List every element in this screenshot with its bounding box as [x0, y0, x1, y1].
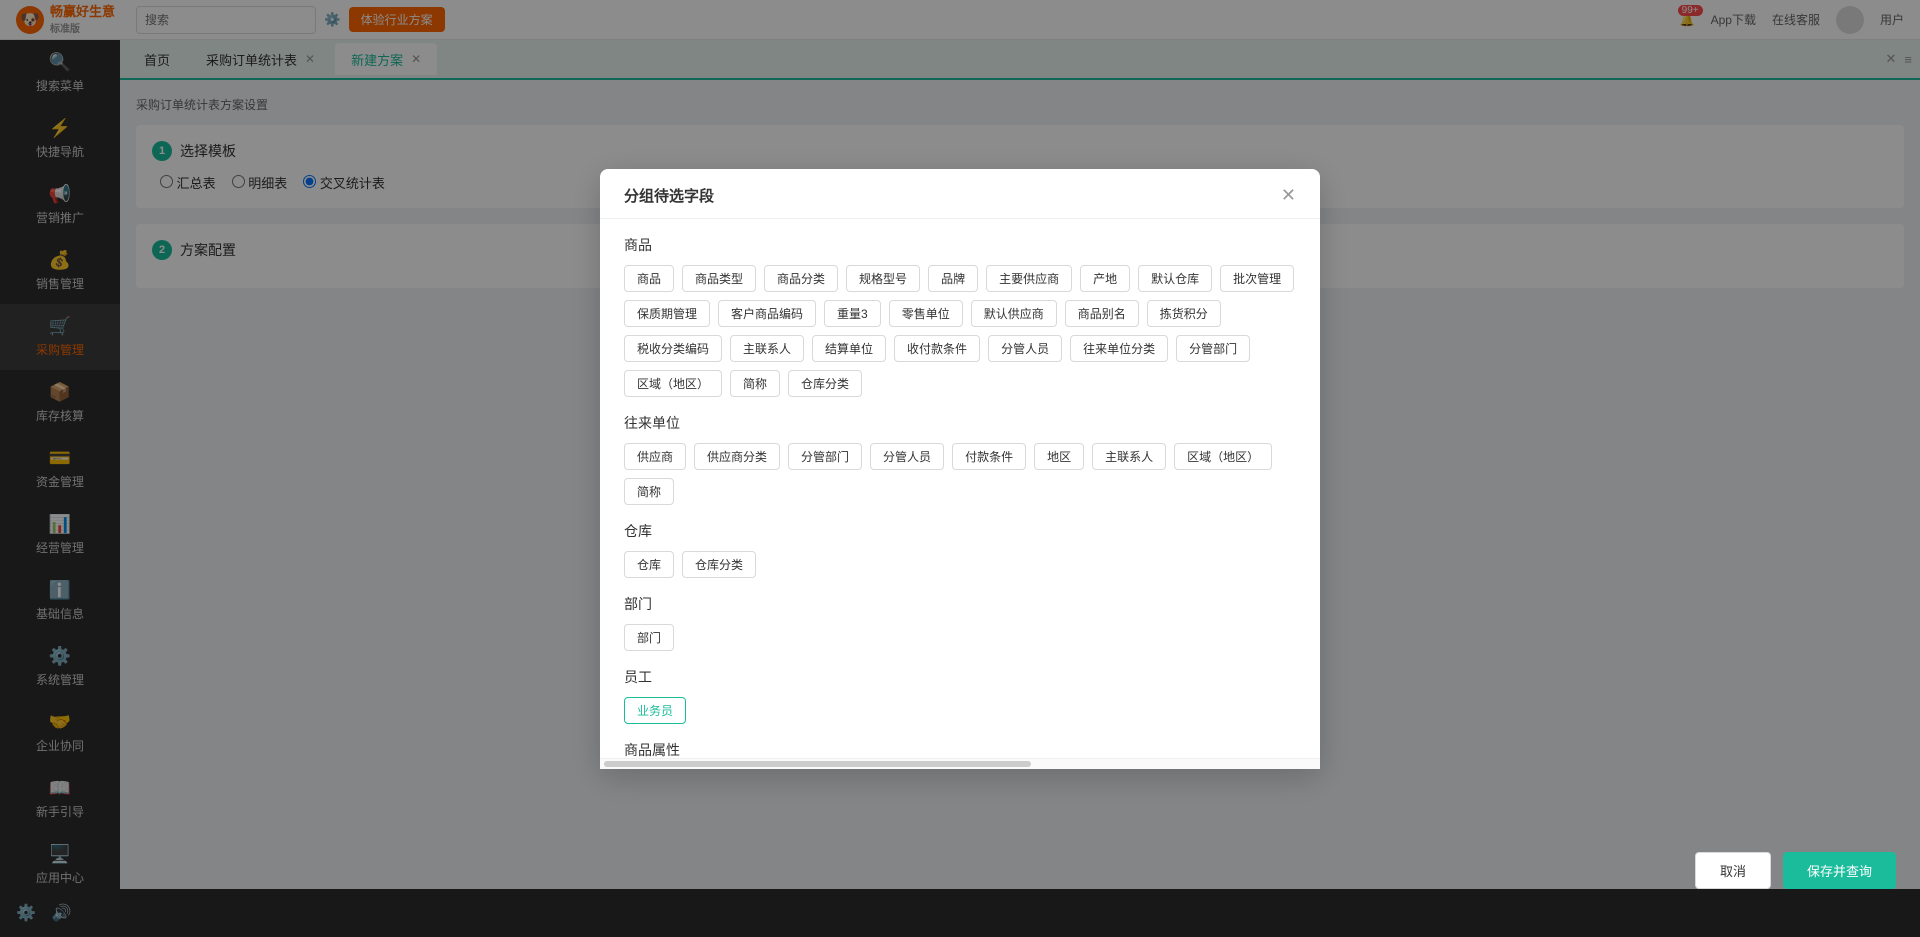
- section-title-product-attr: 商品属性: [624, 740, 1296, 759]
- field-tag-supplier[interactable]: 供应商: [624, 443, 686, 470]
- field-tag-product-type[interactable]: 商品类型: [682, 265, 756, 292]
- field-tag-main-contact[interactable]: 主联系人: [730, 335, 804, 362]
- section-title-employee: 员工: [624, 667, 1296, 687]
- modal-title: 分组待选字段: [624, 185, 714, 206]
- modal: 分组待选字段 ✕ 商品 商品 商品类型 商品分类 规格型号 品牌 主要供应商 产…: [600, 169, 1320, 769]
- page-footer: 取消 保存并查询: [1695, 852, 1896, 889]
- modal-horizontal-scrollbar[interactable]: [600, 758, 1320, 768]
- field-tag-payment-terms[interactable]: 收付款条件: [894, 335, 980, 362]
- field-tag-manager[interactable]: 分管人员: [988, 335, 1062, 362]
- field-tag-main-supplier[interactable]: 主要供应商: [986, 265, 1072, 292]
- section-title-dept: 部门: [624, 594, 1296, 614]
- field-grid-warehouse: 仓库 仓库分类: [624, 551, 1296, 578]
- field-tag-default-supplier[interactable]: 默认供应商: [971, 300, 1057, 327]
- field-tag-area-cp[interactable]: 区域（地区）: [1174, 443, 1272, 470]
- section-title-product: 商品: [624, 235, 1296, 255]
- field-grid-dept: 部门: [624, 624, 1296, 651]
- field-tag-product[interactable]: 商品: [624, 265, 674, 292]
- field-tag-dept[interactable]: 部门: [624, 624, 674, 651]
- field-tag-warehouse[interactable]: 仓库: [624, 551, 674, 578]
- field-tag-manager-cp[interactable]: 分管人员: [870, 443, 944, 470]
- field-tag-region-product[interactable]: 区域（地区）: [624, 370, 722, 397]
- field-tag-brand[interactable]: 品牌: [928, 265, 978, 292]
- field-tag-spec-model[interactable]: 规格型号: [846, 265, 920, 292]
- field-tag-salesperson[interactable]: 业务员: [624, 697, 686, 724]
- cancel-button[interactable]: 取消: [1695, 852, 1771, 889]
- field-tag-product-category[interactable]: 商品分类: [764, 265, 838, 292]
- field-tag-main-contact-cp[interactable]: 主联系人: [1092, 443, 1166, 470]
- field-grid-employee: 业务员: [624, 697, 1296, 724]
- field-tag-abbrev-product[interactable]: 简称: [730, 370, 780, 397]
- field-tag-dept-mgmt-cp[interactable]: 分管部门: [788, 443, 862, 470]
- field-tag-abbrev-cp[interactable]: 简称: [624, 478, 674, 505]
- modal-overlay: 分组待选字段 ✕ 商品 商品 商品类型 商品分类 规格型号 品牌 主要供应商 产…: [0, 0, 1920, 937]
- field-tag-settlement-unit[interactable]: 结算单位: [812, 335, 886, 362]
- field-tag-dept-managed[interactable]: 分管部门: [1176, 335, 1250, 362]
- modal-header: 分组待选字段 ✕: [600, 169, 1320, 219]
- modal-hscroll-thumb: [604, 761, 1031, 767]
- field-grid-product: 商品 商品类型 商品分类 规格型号 品牌 主要供应商 产地 默认仓库 批次管理 …: [624, 265, 1296, 397]
- field-tag-region-cp[interactable]: 地区: [1034, 443, 1084, 470]
- section-title-warehouse: 仓库: [624, 521, 1296, 541]
- field-tag-batch-mgmt[interactable]: 批次管理: [1220, 265, 1294, 292]
- section-title-counterpart: 往来单位: [624, 413, 1296, 433]
- field-tag-origin[interactable]: 产地: [1080, 265, 1130, 292]
- field-tag-weight3[interactable]: 重量3: [824, 300, 881, 327]
- field-tag-customer-code[interactable]: 客户商品编码: [718, 300, 816, 327]
- field-grid-counterpart: 供应商 供应商分类 分管部门 分管人员 付款条件 地区 主联系人 区域（地区） …: [624, 443, 1296, 505]
- field-tag-tax-code[interactable]: 税收分类编码: [624, 335, 722, 362]
- modal-body: 商品 商品 商品类型 商品分类 规格型号 品牌 主要供应商 产地 默认仓库 批次…: [600, 219, 1320, 759]
- field-tag-pick-score[interactable]: 拣货积分: [1147, 300, 1221, 327]
- field-tag-warehouse-cat[interactable]: 仓库分类: [682, 551, 756, 578]
- field-tag-counterpart-category[interactable]: 往来单位分类: [1070, 335, 1168, 362]
- field-tag-warehouse-category[interactable]: 仓库分类: [788, 370, 862, 397]
- modal-close-button[interactable]: ✕: [1281, 186, 1296, 204]
- field-tag-payment-terms-cp[interactable]: 付款条件: [952, 443, 1026, 470]
- field-tag-product-alias[interactable]: 商品别名: [1065, 300, 1139, 327]
- field-tag-default-warehouse[interactable]: 默认仓库: [1138, 265, 1212, 292]
- field-tag-supplier-category[interactable]: 供应商分类: [694, 443, 780, 470]
- field-tag-shelf-life[interactable]: 保质期管理: [624, 300, 710, 327]
- save-button[interactable]: 保存并查询: [1783, 852, 1896, 889]
- field-tag-retail-unit[interactable]: 零售单位: [889, 300, 963, 327]
